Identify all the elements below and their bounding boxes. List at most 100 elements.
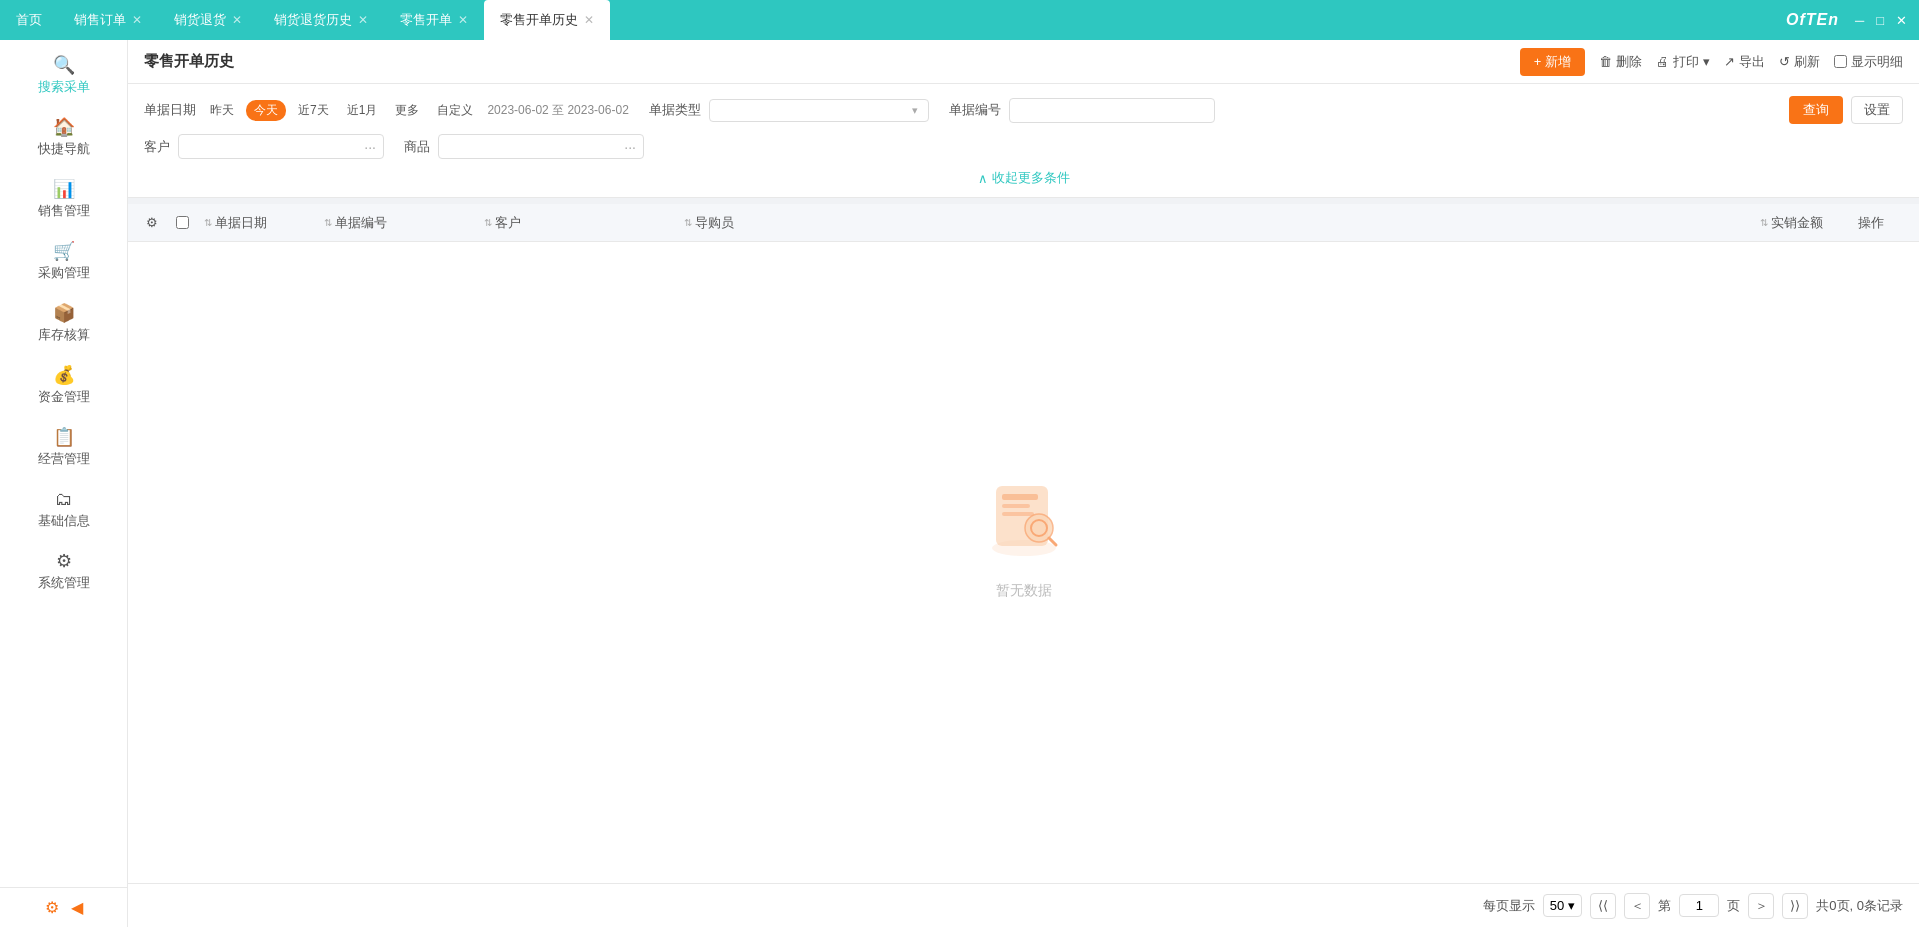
settings-bottom-icon[interactable]: ⚙ xyxy=(45,898,59,917)
th-customer[interactable]: ⇅ 客户 xyxy=(476,214,676,232)
last-page-btn[interactable]: ⟩⟩ xyxy=(1782,893,1808,919)
date-range-display: 2023-06-02 至 2023-06-02 xyxy=(487,102,628,119)
page-total: 共0页, 0条记录 xyxy=(1816,897,1903,915)
filter-goods-input[interactable] xyxy=(438,134,644,159)
refresh-icon: ↺ xyxy=(1779,54,1790,69)
print-arrow-icon: ▾ xyxy=(1703,54,1710,69)
sidebar-item-basic[interactable]: 🗂 基础信息 xyxy=(0,478,127,540)
delete-button[interactable]: 🗑 删除 xyxy=(1599,53,1642,71)
page-title: 零售开单历史 xyxy=(144,52,1520,71)
tab-sales-return[interactable]: 销货退货 ✕ xyxy=(158,0,258,40)
refresh-button[interactable]: ↺ 刷新 xyxy=(1779,53,1820,71)
date-btn-7days[interactable]: 近7天 xyxy=(292,100,335,121)
delete-label: 删除 xyxy=(1616,53,1642,71)
svg-rect-4 xyxy=(1002,512,1034,516)
sidebar-item-search[interactable]: 🔍 搜索采单 xyxy=(0,44,127,106)
filter-doctype-label: 单据类型 xyxy=(649,101,701,119)
main-layout: 🔍 搜索采单 🏠 快捷导航 📊 销售管理 🛒 采购管理 📦 库存核算 💰 资金管… xyxy=(0,40,1919,927)
filter-docno-label: 单据编号 xyxy=(949,101,1001,119)
add-button[interactable]: + 新增 xyxy=(1520,48,1585,76)
th-checkbox[interactable] xyxy=(168,216,196,229)
th-no-sort-icon: ⇅ xyxy=(324,217,332,228)
filter-doctype-select[interactable]: ▾ xyxy=(709,99,929,122)
tab-sales-order-close[interactable]: ✕ xyxy=(132,13,142,27)
tab-sales-return-history[interactable]: 销货退货历史 ✕ xyxy=(258,0,384,40)
tab-sales-order[interactable]: 销售订单 ✕ xyxy=(58,0,158,40)
sidebar-item-system[interactable]: ⚙ 系统管理 xyxy=(0,540,127,602)
tab-home[interactable]: 首页 xyxy=(0,0,58,40)
th-amount[interactable]: ⇅ 实销金额 xyxy=(1731,214,1831,232)
collapse-filter-btn[interactable]: ∧ 收起更多条件 xyxy=(144,169,1903,187)
display-detail-checkbox[interactable]: 显示明细 xyxy=(1834,53,1903,71)
settings-button[interactable]: 设置 xyxy=(1851,96,1903,124)
refresh-label: 刷新 xyxy=(1794,53,1820,71)
export-button[interactable]: ↗ 导出 xyxy=(1724,53,1765,71)
minimize-btn[interactable]: ─ xyxy=(1855,13,1864,28)
content-area: 零售开单历史 + 新增 🗑 删除 🖨 打印 ▾ ↗ 导出 ↺ xyxy=(128,40,1919,927)
tab-retail-open-history-close[interactable]: ✕ xyxy=(584,13,594,27)
display-detail-input[interactable] xyxy=(1834,55,1847,68)
maximize-btn[interactable]: □ xyxy=(1876,13,1884,28)
th-no-label: 单据编号 xyxy=(335,214,387,232)
filter-goods-wrap: ··· xyxy=(438,134,644,159)
th-settings[interactable]: ⚙ xyxy=(136,215,168,230)
filter-date-field: 单据日期 昨天 今天 近7天 近1月 更多 自定义 2023-06-02 至 2… xyxy=(144,100,629,121)
table-area: ⚙ ⇅ 单据日期 ⇅ 单据编号 ⇅ 客户 ⇅ 导购员 xyxy=(128,204,1919,883)
export-label: 导出 xyxy=(1739,53,1765,71)
filter-docno-input[interactable] xyxy=(1009,98,1215,123)
close-btn[interactable]: ✕ xyxy=(1896,13,1907,28)
sidebar-item-inventory-label: 库存核算 xyxy=(38,326,90,344)
date-btn-yesterday[interactable]: 昨天 xyxy=(204,100,240,121)
empty-text: 暂无数据 xyxy=(996,582,1052,600)
sidebar-item-sales[interactable]: 📊 销售管理 xyxy=(0,168,127,230)
tab-sales-return-history-close[interactable]: ✕ xyxy=(358,13,368,27)
sidebar-item-operation[interactable]: 📋 经营管理 xyxy=(0,416,127,478)
th-action: 操作 xyxy=(1831,214,1911,232)
collapse-label: 收起更多条件 xyxy=(992,169,1070,187)
query-button[interactable]: 查询 xyxy=(1789,96,1843,124)
next-page-btn[interactable]: ＞ xyxy=(1748,893,1774,919)
date-btn-1month[interactable]: 近1月 xyxy=(341,100,384,121)
tab-sales-return-label: 销货退货 xyxy=(174,11,226,29)
filter-row-2: 客户 ··· 商品 ··· xyxy=(144,134,1903,159)
filter-docno-wrap xyxy=(1009,98,1215,123)
tab-retail-open-history[interactable]: 零售开单历史 ✕ xyxy=(484,0,610,40)
sidebar-item-quicknav[interactable]: 🏠 快捷导航 xyxy=(0,106,127,168)
filter-customer-field: 客户 ··· xyxy=(144,134,384,159)
tab-retail-open-history-label: 零售开单历史 xyxy=(500,11,578,29)
collapse-sidebar-icon[interactable]: ◀ xyxy=(71,898,83,917)
per-page-select[interactable]: 50 ▾ xyxy=(1543,894,1582,917)
th-date[interactable]: ⇅ 单据日期 xyxy=(196,214,316,232)
page-input[interactable] xyxy=(1679,894,1719,917)
th-amount-sort-icon: ⇅ xyxy=(1760,217,1768,228)
empty-state: 暂无数据 xyxy=(128,242,1919,883)
sidebar-item-finance[interactable]: 💰 资金管理 xyxy=(0,354,127,416)
cart-icon: 🛒 xyxy=(53,242,75,260)
print-button[interactable]: 🖨 打印 ▾ xyxy=(1656,53,1710,71)
th-action-label: 操作 xyxy=(1858,214,1884,232)
select-all-checkbox[interactable] xyxy=(176,216,189,229)
sidebar: 🔍 搜索采单 🏠 快捷导航 📊 销售管理 🛒 采购管理 📦 库存核算 💰 资金管… xyxy=(0,40,128,927)
next-page-icon: ＞ xyxy=(1755,897,1768,915)
first-page-btn[interactable]: ⟨⟨ xyxy=(1590,893,1616,919)
filter-customer-label: 客户 xyxy=(144,138,170,156)
date-btn-more[interactable]: 更多 xyxy=(389,100,425,121)
th-no[interactable]: ⇅ 单据编号 xyxy=(316,214,476,232)
th-guide-label: 导购员 xyxy=(695,214,734,232)
th-guide[interactable]: ⇅ 导购员 xyxy=(676,214,796,232)
tab-sales-return-close[interactable]: ✕ xyxy=(232,13,242,27)
filter-customer-input[interactable] xyxy=(178,134,384,159)
date-btn-today[interactable]: 今天 xyxy=(246,100,286,121)
sidebar-item-inventory[interactable]: 📦 库存核算 xyxy=(0,292,127,354)
per-page-label: 每页显示 xyxy=(1483,897,1535,915)
sidebar-item-system-label: 系统管理 xyxy=(38,574,90,592)
sidebar-item-purchase[interactable]: 🛒 采购管理 xyxy=(0,230,127,292)
money-icon: 💰 xyxy=(53,366,75,384)
filter-goods-field: 商品 ··· xyxy=(404,134,644,159)
tab-retail-open-close[interactable]: ✕ xyxy=(458,13,468,27)
tab-retail-open[interactable]: 零售开单 ✕ xyxy=(384,0,484,40)
tab-sales-return-history-label: 销货退货历史 xyxy=(274,11,352,29)
prev-page-btn[interactable]: ＜ xyxy=(1624,893,1650,919)
display-detail-label: 显示明细 xyxy=(1851,53,1903,71)
date-btn-custom[interactable]: 自定义 xyxy=(431,100,479,121)
